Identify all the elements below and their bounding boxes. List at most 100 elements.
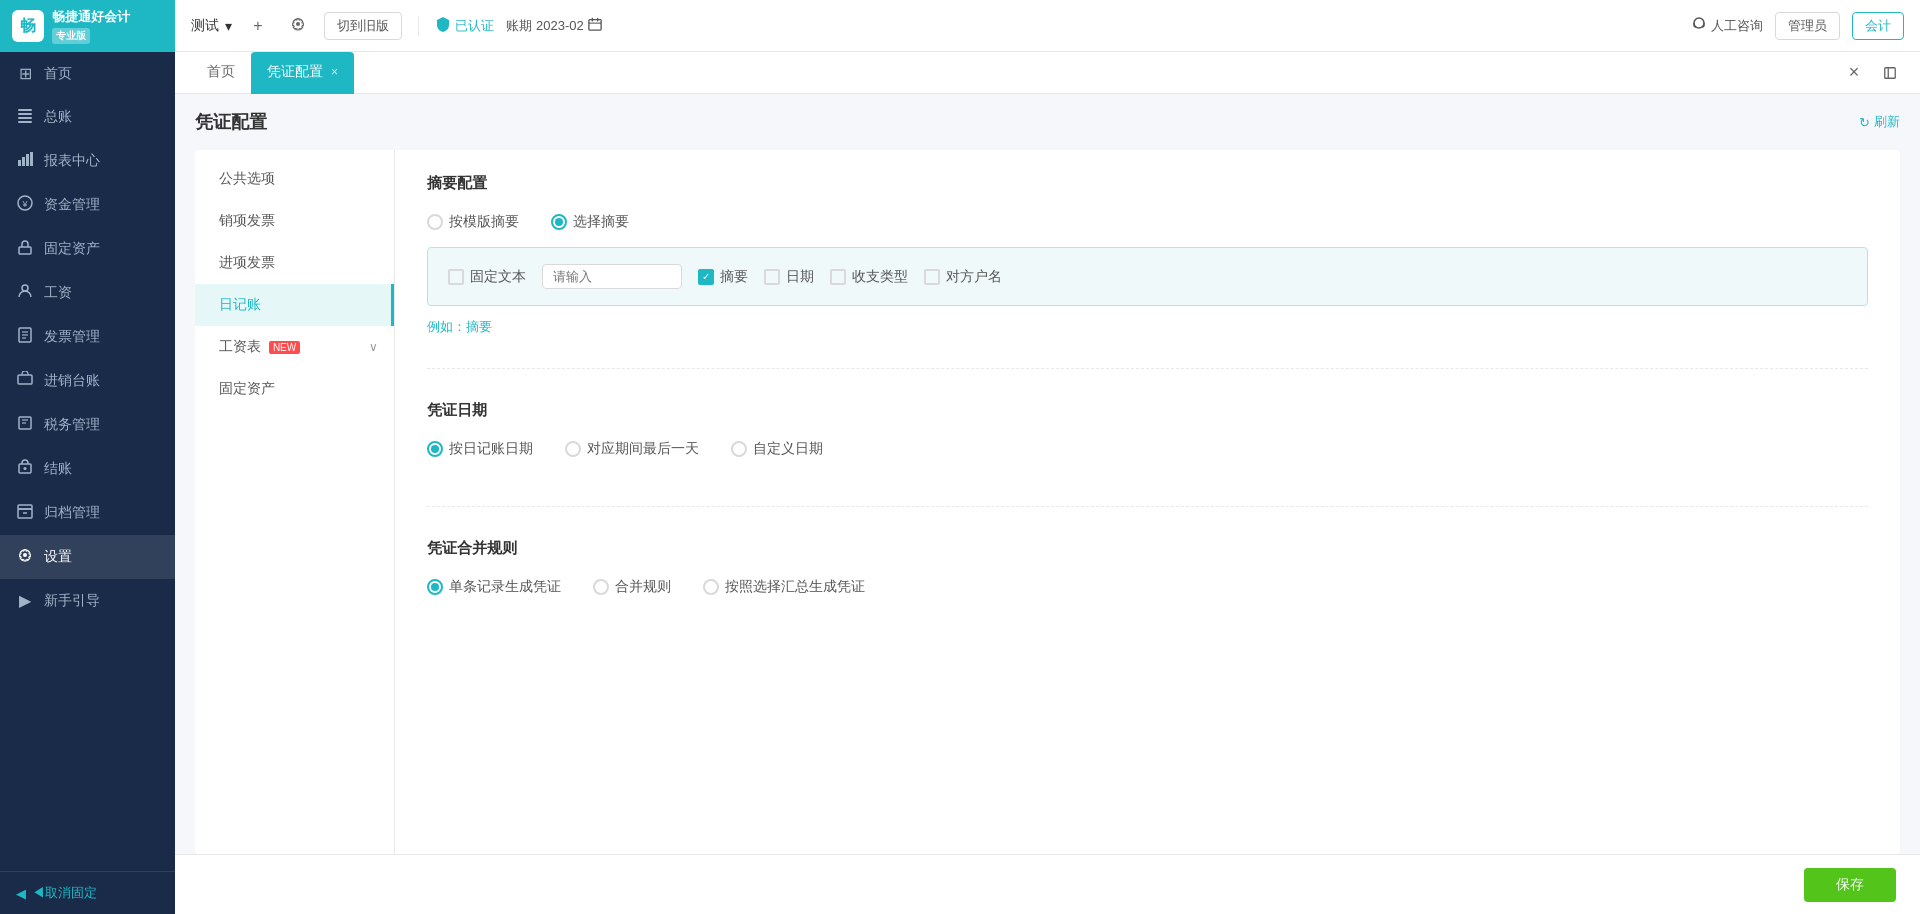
checkbox-summary[interactable]: ✓ 摘要 <box>698 268 748 286</box>
nav-public-label: 公共选项 <box>219 170 275 186</box>
radio-journal-date-label: 按日记账日期 <box>449 440 533 458</box>
refresh-icon: ↻ <box>1859 115 1870 130</box>
sidebar-item-settings[interactable]: 设置 <box>0 535 175 579</box>
radio-selected-summary[interactable]: 按照选择汇总生成凭证 <box>703 578 865 596</box>
tab-close-icon[interactable]: × <box>331 65 338 79</box>
save-button[interactable]: 保存 <box>1804 868 1896 902</box>
radio-merge-rule[interactable]: 合并规则 <box>593 578 671 596</box>
checkbox-counterpart[interactable]: 对方户名 <box>924 268 1002 286</box>
sidebar-item-capital[interactable]: ¥ 资金管理 <box>0 183 175 227</box>
user-button[interactable]: 管理员 <box>1775 12 1840 40</box>
add-icon: + <box>253 17 262 35</box>
sidebar-item-assets[interactable]: 固定资产 <box>0 227 175 271</box>
unpin-label: ◀取消固定 <box>32 884 97 902</box>
page-title: 凭证配置 <box>195 110 267 134</box>
sidebar-item-tax[interactable]: 税务管理 <box>0 403 175 447</box>
svg-rect-3 <box>18 121 32 123</box>
consult-button[interactable]: 人工咨询 <box>1691 16 1763 35</box>
archive-icon <box>16 503 34 523</box>
sidebar-item-label: 结账 <box>44 460 72 478</box>
config-content: 摘要配置 按模版摘要 选择摘要 <box>395 150 1900 854</box>
checkbox-counterpart-box <box>924 269 940 285</box>
shield-icon <box>435 16 451 35</box>
svg-rect-6 <box>26 154 29 166</box>
topbar-divider <box>418 16 419 36</box>
sidebar-item-label: 总账 <box>44 108 72 126</box>
radio-template[interactable]: 按模版摘要 <box>427 213 519 231</box>
sidebar-item-report[interactable]: 报表中心 <box>0 139 175 183</box>
topbar-settings-button[interactable] <box>284 12 312 40</box>
tab-config-label: 凭证配置 <box>267 63 323 81</box>
unpin-button[interactable]: ◀ ◀取消固定 <box>0 871 175 914</box>
section-merge-title: 凭证合并规则 <box>427 539 1868 558</box>
nav-sales[interactable]: 销项发票 <box>195 200 394 242</box>
radio-selected-summary-circle <box>703 579 719 595</box>
sidebar-item-label: 进销台账 <box>44 372 100 390</box>
sidebar-item-label: 报表中心 <box>44 152 100 170</box>
sidebar-nav-scroll: ⊞ 首页 总账 报表中心 ¥ 资金管理 固定资产 <box>0 52 175 871</box>
tab-config[interactable]: 凭证配置 × <box>251 52 354 94</box>
radio-custom-date-circle <box>731 441 747 457</box>
sidebar-item-salary[interactable]: 工资 <box>0 271 175 315</box>
radio-journal-date[interactable]: 按日记账日期 <box>427 440 533 458</box>
fixed-text-input[interactable] <box>542 264 682 289</box>
radio-template-label: 按模版摘要 <box>449 213 519 231</box>
add-company-button[interactable]: + <box>244 12 272 40</box>
switch-old-version-button[interactable]: 切到旧版 <box>324 12 402 40</box>
checkbox-payment-type[interactable]: 收支类型 <box>830 268 908 286</box>
nav-public[interactable]: 公共选项 <box>195 158 394 200</box>
sidebar-item-invoice[interactable]: 发票管理 <box>0 315 175 359</box>
sidebar-item-home[interactable]: ⊞ 首页 <box>0 52 175 95</box>
checkbox-fixed-text-label: 固定文本 <box>470 268 526 286</box>
home-icon: ⊞ <box>16 64 34 83</box>
svg-point-21 <box>24 467 27 470</box>
nav-journal[interactable]: 日记账 <box>195 284 394 326</box>
sidebar-item-label: 设置 <box>44 548 72 566</box>
radio-period-last[interactable]: 对应期间最后一天 <box>565 440 699 458</box>
radio-selected-summary-label: 按照选择汇总生成凭证 <box>725 578 865 596</box>
consult-label: 人工咨询 <box>1711 17 1763 35</box>
close-button[interactable]: × <box>1840 59 1868 87</box>
checkbox-payment-type-label: 收支类型 <box>852 268 908 286</box>
tab-home[interactable]: 首页 <box>191 52 251 94</box>
role-button[interactable]: 会计 <box>1852 12 1904 40</box>
refresh-button[interactable]: ↻ 刷新 <box>1859 113 1900 131</box>
radio-custom-date[interactable]: 自定义日期 <box>731 440 823 458</box>
nav-payroll[interactable]: 工资表 NEW ∨ <box>195 326 394 368</box>
company-selector[interactable]: 测试 ▾ <box>191 17 232 35</box>
summary-radio-group: 按模版摘要 选择摘要 <box>427 213 1868 231</box>
radio-select-circle <box>551 214 567 230</box>
nav-fixed-assets[interactable]: 固定资产 <box>195 368 394 410</box>
checkbox-date[interactable]: 日期 <box>764 268 814 286</box>
svg-rect-23 <box>18 505 32 509</box>
section-date: 凭证日期 按日记账日期 对应期间最后一天 <box>427 401 1868 507</box>
expand-button[interactable] <box>1876 59 1904 87</box>
dropdown-arrow-icon: ▾ <box>225 18 232 34</box>
radio-period-last-label: 对应期间最后一天 <box>587 440 699 458</box>
salary-icon <box>16 283 34 303</box>
svg-rect-10 <box>19 247 31 254</box>
checkbox-fixed-text[interactable]: 固定文本 <box>448 268 526 286</box>
date-radio-group: 按日记账日期 对应期间最后一天 自定义日期 <box>427 440 1868 458</box>
sidebar-item-label: 固定资产 <box>44 240 100 258</box>
sidebar-item-ledger[interactable]: 总账 <box>0 95 175 139</box>
radio-select[interactable]: 选择摘要 <box>551 213 629 231</box>
sidebar-item-stock[interactable]: 进销台账 <box>0 359 175 403</box>
logo-name: 畅捷通好会计 <box>52 8 130 26</box>
period-value: 2023-02 <box>536 18 584 33</box>
svg-rect-5 <box>22 157 25 166</box>
sidebar-item-archive[interactable]: 归档管理 <box>0 491 175 535</box>
sidebar-logo: 畅 畅捷通好会计 专业版 <box>0 0 175 52</box>
nav-purchase[interactable]: 进项发票 <box>195 242 394 284</box>
page-content: 凭证配置 ↻ 刷新 公共选项 销项发票 进项发票 <box>175 94 1920 854</box>
radio-single[interactable]: 单条记录生成凭证 <box>427 578 561 596</box>
ledger-icon <box>16 107 34 127</box>
unpin-icon: ◀ <box>16 886 26 901</box>
bottom-bar: 保存 <box>175 854 1920 914</box>
refresh-label: 刷新 <box>1874 113 1900 131</box>
sidebar-item-guide[interactable]: ▶ 新手引导 <box>0 579 175 622</box>
company-name: 测试 <box>191 17 219 35</box>
period-selector[interactable]: 账期 2023-02 <box>506 17 602 35</box>
sidebar-item-close[interactable]: 结账 <box>0 447 175 491</box>
main-area: 测试 ▾ + 切到旧版 已认证 账期 2023-02 <box>175 0 1920 914</box>
